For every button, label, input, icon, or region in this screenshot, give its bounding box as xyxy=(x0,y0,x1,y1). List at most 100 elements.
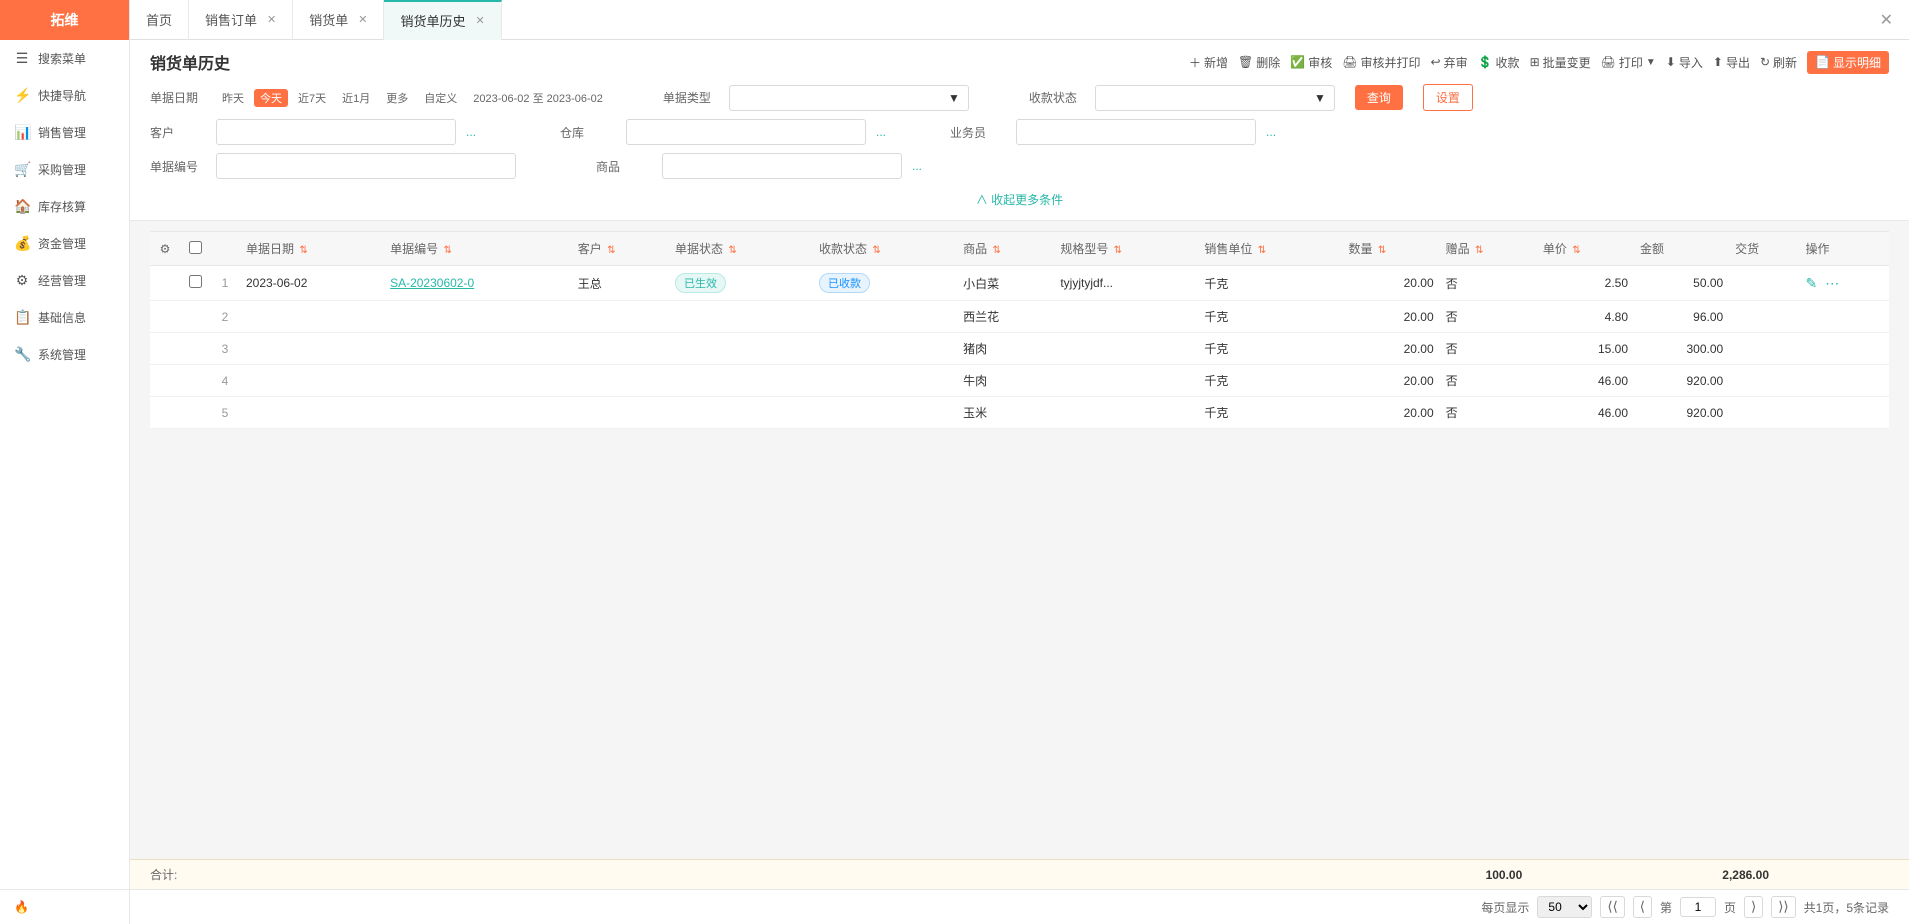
batch-button[interactable]: ⊞ 批量变更 xyxy=(1530,54,1591,71)
row-doc-status: 已生效 xyxy=(669,266,813,301)
edit-icon[interactable]: ✎ xyxy=(1806,275,1818,292)
goods-ellipsis[interactable]: ... xyxy=(908,159,926,173)
review-print-button[interactable]: 🖨 审核并打印 xyxy=(1342,54,1420,71)
print-icon: 🖨 xyxy=(1601,55,1616,69)
th-date[interactable]: 单据日期 ⇅ xyxy=(240,232,384,266)
data-table: ⚙ 单据日期 ⇅ 单据编号 ⇅ 客户 ⇅ xyxy=(150,231,1889,429)
row-goods: 小白菜 xyxy=(957,266,1054,301)
check-all[interactable] xyxy=(189,241,202,254)
delete-button[interactable]: 🗑 删除 xyxy=(1238,54,1280,71)
sidebar-item-inventory[interactable]: 🏠 库存核算 xyxy=(0,188,129,225)
prev-page-btn[interactable]: ⟨ xyxy=(1633,896,1652,918)
last-page-btn[interactable]: ⟩⟩ xyxy=(1771,896,1795,918)
goods-input[interactable] xyxy=(662,153,902,179)
table-row: 2 西兰花 千克 20.00 否 4.80 96.00 xyxy=(150,301,1889,333)
th-quantity[interactable]: 数量 ⇅ xyxy=(1342,232,1439,266)
tab-home[interactable]: 首页 xyxy=(130,0,189,40)
export-button[interactable]: ⬆ 导出 xyxy=(1713,54,1750,71)
sidebar-item-ops[interactable]: ⚙ 经营管理 xyxy=(0,262,129,299)
print-button[interactable]: 🖨 打印 ▼ xyxy=(1601,54,1656,71)
chip-today[interactable]: 今天 xyxy=(254,89,288,107)
review-button[interactable]: ✅ 审核 xyxy=(1290,54,1332,71)
display-button[interactable]: 📄 显示明细 xyxy=(1807,51,1889,74)
collect-button[interactable]: 💲 收款 xyxy=(1478,54,1520,71)
customer-input[interactable] xyxy=(216,119,456,145)
chip-yesterday[interactable]: 昨天 xyxy=(216,89,250,107)
refresh-button[interactable]: ↻ 刷新 xyxy=(1760,54,1797,71)
th-unit-price[interactable]: 单价 ⇅ xyxy=(1537,232,1634,266)
row-check[interactable] xyxy=(180,301,210,333)
th-pay-status[interactable]: 收款状态 ⇅ xyxy=(813,232,957,266)
tab-sales-history-close[interactable]: ✕ xyxy=(476,14,485,27)
page-label-after: 页 xyxy=(1724,899,1736,916)
th-sales-unit[interactable]: 销售单位 ⇅ xyxy=(1198,232,1342,266)
salesperson-ellipsis[interactable]: ... xyxy=(1262,125,1280,139)
page-size-select[interactable]: 50 100 200 xyxy=(1537,896,1592,918)
th-customer[interactable]: 客户 ⇅ xyxy=(572,232,669,266)
row-goods: 猪肉 xyxy=(957,333,1054,365)
collapse-filters[interactable]: ∧ 收起更多条件 xyxy=(150,187,1889,212)
th-goods[interactable]: 商品 ⇅ xyxy=(957,232,1054,266)
chip-1month[interactable]: 近1月 xyxy=(336,89,376,107)
salesperson-input[interactable] xyxy=(1016,119,1256,145)
row-doc-no[interactable] xyxy=(384,365,572,397)
warehouse-ellipsis[interactable]: ... xyxy=(872,125,890,139)
doc-type-select[interactable]: ▼ xyxy=(729,85,969,111)
row-check[interactable] xyxy=(180,365,210,397)
chip-more[interactable]: 更多 xyxy=(380,89,414,107)
filter-payment-status: 收款状态 ▼ xyxy=(1029,85,1335,111)
th-gift[interactable]: 赠品 ⇅ xyxy=(1440,232,1537,266)
row-sales-unit: 千克 xyxy=(1198,397,1342,429)
page-number-input[interactable] xyxy=(1680,897,1716,917)
th-doc-no[interactable]: 单据编号 ⇅ xyxy=(384,232,572,266)
warehouse-input[interactable] xyxy=(626,119,866,145)
row-doc-no[interactable] xyxy=(384,301,572,333)
tab-sales-goods-close[interactable]: ✕ xyxy=(358,13,367,26)
date-label: 单据日期 xyxy=(150,89,210,106)
chip-custom[interactable]: 自定义 xyxy=(418,89,463,107)
sidebar-item-sales-mgmt[interactable]: 📊 销售管理 xyxy=(0,114,129,151)
tab-sales-order-close[interactable]: ✕ xyxy=(267,13,276,26)
th-check[interactable] xyxy=(180,232,210,266)
row-check[interactable] xyxy=(180,266,210,301)
th-spec[interactable]: 规格型号 ⇅ xyxy=(1054,232,1198,266)
tab-sales-history[interactable]: 销货单历史 ✕ xyxy=(384,0,501,40)
sidebar-item-purchase-mgmt[interactable]: 🛒 采购管理 xyxy=(0,151,129,188)
row-spec xyxy=(1054,301,1198,333)
new-button[interactable]: ＋ 新增 xyxy=(1189,54,1228,71)
tab-sales-order[interactable]: 销售订单 ✕ xyxy=(189,0,293,40)
th-doc-status[interactable]: 单据状态 ⇅ xyxy=(669,232,813,266)
more-icon[interactable]: ⋯ xyxy=(1825,275,1839,292)
sidebar-item-quick-nav[interactable]: ⚡ 快捷导航 xyxy=(0,77,129,114)
sidebar-item-search-menu[interactable]: ☰ 搜索菜单 xyxy=(0,40,129,77)
settings-button[interactable]: 设置 xyxy=(1423,84,1473,111)
tab-sales-goods[interactable]: 销货单 ✕ xyxy=(293,0,384,40)
payment-status-select[interactable]: ▼ xyxy=(1095,85,1335,111)
page-label-before: 第 xyxy=(1660,899,1672,916)
sidebar-item-finance[interactable]: 💰 资金管理 xyxy=(0,225,129,262)
sidebar-item-basic-info[interactable]: 📋 基础信息 xyxy=(0,299,129,336)
chip-7days[interactable]: 近7天 xyxy=(292,89,332,107)
footer-label: 合计: xyxy=(150,866,230,883)
row-doc-no[interactable]: SA-20230602-0 xyxy=(384,266,572,301)
sidebar-bottom-fire[interactable]: 🔥 xyxy=(0,890,129,924)
customer-ellipsis[interactable]: ... xyxy=(462,125,480,139)
th-settings[interactable]: ⚙ xyxy=(150,232,180,266)
row-gift: 否 xyxy=(1440,301,1537,333)
import-button[interactable]: ⬇ 导入 xyxy=(1666,54,1703,71)
sidebar-item-sys-mgmt[interactable]: 🔧 系统管理 xyxy=(0,336,129,373)
row-check[interactable] xyxy=(180,333,210,365)
page-title-row: 销货单历史 ＋ 新增 🗑 删除 ✅ 审核 🖨 xyxy=(150,50,1889,74)
row-check[interactable] xyxy=(180,397,210,429)
abandon-button[interactable]: ↩ 弃审 xyxy=(1431,54,1468,71)
close-all-tabs[interactable]: ✕ xyxy=(1864,10,1909,30)
next-page-btn[interactable]: ⟩ xyxy=(1744,896,1763,918)
doc-no-input[interactable] xyxy=(216,153,516,179)
row-doc-no[interactable] xyxy=(384,333,572,365)
row-doc-no[interactable] xyxy=(384,397,572,429)
row-amount: 920.00 xyxy=(1634,365,1729,397)
th-customer-sort: ⇅ xyxy=(607,245,615,256)
th-quantity-label: 数量 xyxy=(1348,242,1372,256)
query-button[interactable]: 查询 xyxy=(1355,85,1403,110)
first-page-btn[interactable]: ⟨⟨ xyxy=(1600,896,1624,918)
